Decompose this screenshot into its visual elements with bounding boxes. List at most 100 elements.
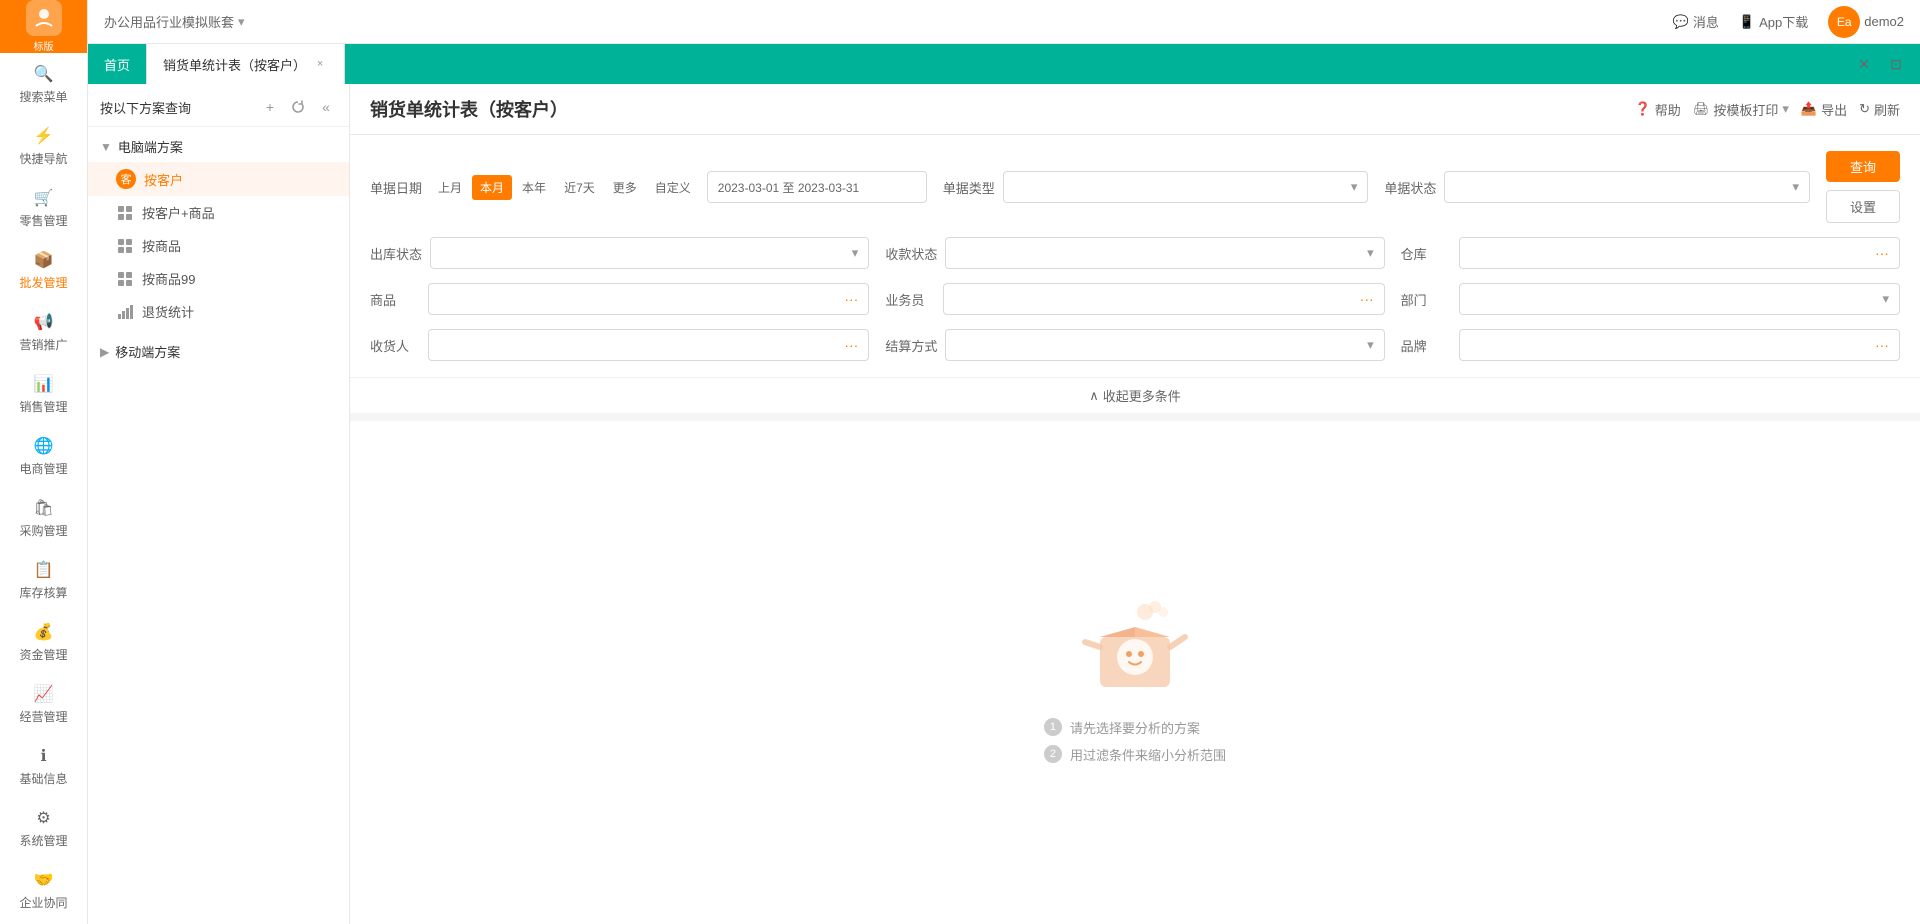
tab-home[interactable]: 首页 [88, 44, 146, 84]
ellipsis-icon-5: ··· [1875, 337, 1889, 353]
receiver-input[interactable]: ··· [428, 329, 869, 361]
out-status-select[interactable]: ▾ [430, 237, 869, 269]
right-main: 销货单统计表（按客户） ❓ 帮助 🖨 按模板打印 ▾ 📤 [350, 84, 1920, 924]
print-btn[interactable]: 🖨 按模板打印 ▾ [1693, 100, 1789, 119]
sidebar-item-basic[interactable]: ℹ 基础信息 [0, 735, 87, 797]
top-header: 办公用品行业模拟账套 ▾ 💬 消息 📱 App下载 Ea demo2 [88, 0, 1920, 44]
warehouse-item: 仓库 ··· [1401, 237, 1900, 269]
company-name: 办公用品行业模拟账套 [104, 12, 234, 31]
marketing-icon: 📢 [33, 311, 55, 333]
sidebar-item-search[interactable]: 🔍 搜索菜单 [0, 53, 87, 115]
system-icon: ⚙ [33, 807, 55, 829]
bill-type-select[interactable]: ▾ [1003, 171, 1369, 203]
bill-status-label: 单据状态 [1384, 178, 1436, 197]
settle-item: 结算方式 ▾ [885, 329, 1384, 361]
sales-icon: 📊 [33, 373, 55, 395]
receipt-status-select[interactable]: ▾ [945, 237, 1384, 269]
tab-restore-btn[interactable]: ⊡ [1884, 52, 1908, 76]
sidebar-item-retail[interactable]: 🛒 零售管理 [0, 177, 87, 239]
sidebar-item-finance[interactable]: 💰 资金管理 [0, 611, 87, 673]
tab-sales-stat[interactable]: 销货单统计表（按客户） × [146, 44, 345, 84]
quick-nav-icon: ⚡ [33, 125, 55, 147]
help-icon: ❓ [1635, 101, 1651, 117]
warehouse-input[interactable]: ··· [1459, 237, 1900, 269]
settle-select[interactable]: ▾ [945, 329, 1384, 361]
out-status-item: 出库状态 ▾ [370, 237, 869, 269]
left-panel-actions: + « [259, 96, 337, 118]
help-btn[interactable]: ❓ 帮助 [1635, 100, 1681, 119]
settings-button[interactable]: 设置 [1826, 190, 1900, 223]
salesperson-label: 业务员 [885, 290, 935, 309]
message-icon: 💬 [1673, 14, 1689, 30]
user-menu[interactable]: Ea demo2 [1828, 6, 1904, 38]
add-scheme-btn[interactable]: + [259, 96, 281, 118]
warehouse-label: 仓库 [1401, 244, 1451, 263]
date-range-input[interactable]: 2023-03-01 至 2023-03-31 [707, 171, 927, 203]
date-tab-this-month[interactable]: 本月 [472, 175, 512, 200]
brand-label: 品牌 [1401, 336, 1451, 355]
scheme-item-by-customer[interactable]: 客 按客户 [88, 162, 349, 196]
collapse-bar[interactable]: ∧ 收起更多条件 [350, 377, 1920, 413]
scheme-item-by-customer-product[interactable]: 按客户+商品 [88, 196, 349, 229]
date-tab-this-year[interactable]: 本年 [514, 175, 554, 200]
avatar: Ea [1828, 6, 1860, 38]
desktop-group-header[interactable]: ▼ 电脑端方案 [88, 131, 349, 162]
header-right: 💬 消息 📱 App下载 Ea demo2 [1673, 6, 1904, 38]
bill-status-select[interactable]: ▾ [1444, 171, 1810, 203]
sidebar: 标版 🔍 搜索菜单 ⚡ 快捷导航 🛒 零售管理 📦 批发管理 📢 营销推广 📊 … [0, 0, 88, 924]
search-icon: 🔍 [33, 63, 55, 85]
company-dropdown[interactable]: 办公用品行业模拟账套 ▾ [104, 12, 245, 31]
tab-close-btn[interactable]: × [312, 56, 328, 72]
salesperson-input[interactable]: ··· [943, 283, 1384, 315]
app-download-btn[interactable]: 📱 App下载 [1739, 12, 1808, 31]
scheme-icon-3 [116, 270, 134, 288]
scheme-item-by-product-99[interactable]: 按商品99 [88, 262, 349, 295]
date-tab-custom[interactable]: 自定义 [647, 175, 699, 200]
mobile-group-header[interactable]: ▶ 移动端方案 [88, 336, 349, 367]
scheme-item-return-stat[interactable]: 退货统计 [88, 295, 349, 328]
sidebar-item-operation[interactable]: 📈 经营管理 [0, 673, 87, 735]
sidebar-item-purchase[interactable]: 🛍 采购管理 [0, 487, 87, 549]
sidebar-item-marketing[interactable]: 📢 营销推广 [0, 301, 87, 363]
dept-select[interactable]: ▾ [1459, 283, 1900, 315]
main-area: 办公用品行业模拟账套 ▾ 💬 消息 📱 App下载 Ea demo2 [88, 0, 1920, 924]
product-input[interactable]: ··· [428, 283, 869, 315]
refresh-btn[interactable]: ↻ 刷新 [1859, 100, 1900, 119]
sidebar-item-quick-nav[interactable]: ⚡ 快捷导航 [0, 115, 87, 177]
receipt-status-item: 收款状态 ▾ [885, 237, 1384, 269]
query-button[interactable]: 查询 [1826, 151, 1900, 182]
receiver-label: 收货人 [370, 336, 420, 355]
export-btn[interactable]: 📤 导出 [1801, 100, 1847, 119]
collapse-panel-btn[interactable]: « [315, 96, 337, 118]
sidebar-item-wholesale[interactable]: 📦 批发管理 [0, 239, 87, 301]
empty-texts: 1 请先选择要分析的方案 2 用过滤条件来缩小分析范围 [1044, 718, 1226, 764]
salesperson-item: 业务员 ··· [885, 283, 1384, 315]
date-tab-last-month[interactable]: 上月 [430, 175, 470, 200]
wholesale-icon: 📦 [33, 249, 55, 271]
export-icon: 📤 [1801, 101, 1817, 117]
page-actions: ❓ 帮助 🖨 按模板打印 ▾ 📤 导出 ↻ [1635, 100, 1900, 119]
bill-type-item: 单据类型 ▾ [943, 171, 1369, 203]
empty-text-2: 2 用过滤条件来缩小分析范围 [1044, 745, 1226, 764]
sidebar-item-sales[interactable]: 📊 销售管理 [0, 363, 87, 425]
tab-close-all-btn[interactable]: ✕ [1852, 52, 1876, 76]
step-1-badge: 1 [1044, 718, 1062, 736]
product-item: 商品 ··· [370, 283, 869, 315]
sidebar-item-system[interactable]: ⚙ 系统管理 [0, 797, 87, 859]
refresh-scheme-btn[interactable] [287, 96, 309, 118]
date-label: 单据日期 [370, 178, 422, 197]
sidebar-item-ecommerce[interactable]: 🌐 电商管理 [0, 425, 87, 487]
chevron-down-icon: ▾ [238, 14, 245, 30]
chevron-down-icon-3: ▾ [852, 245, 859, 261]
message-btn[interactable]: 💬 消息 [1673, 12, 1719, 31]
operation-icon: 📈 [33, 683, 55, 705]
step-2-badge: 2 [1044, 745, 1062, 763]
sidebar-item-collab[interactable]: 🤝 企业协同 [0, 859, 87, 921]
date-tab-more[interactable]: 更多 [605, 175, 645, 200]
scheme-item-by-product[interactable]: 按商品 [88, 229, 349, 262]
retail-icon: 🛒 [33, 187, 55, 209]
left-panel: 按以下方案查询 + « ▼ 电脑端方案 客 [88, 84, 350, 924]
sidebar-item-inventory[interactable]: 📋 库存核算 [0, 549, 87, 611]
brand-input[interactable]: ··· [1459, 329, 1900, 361]
date-tab-last7[interactable]: 近7天 [556, 175, 603, 200]
